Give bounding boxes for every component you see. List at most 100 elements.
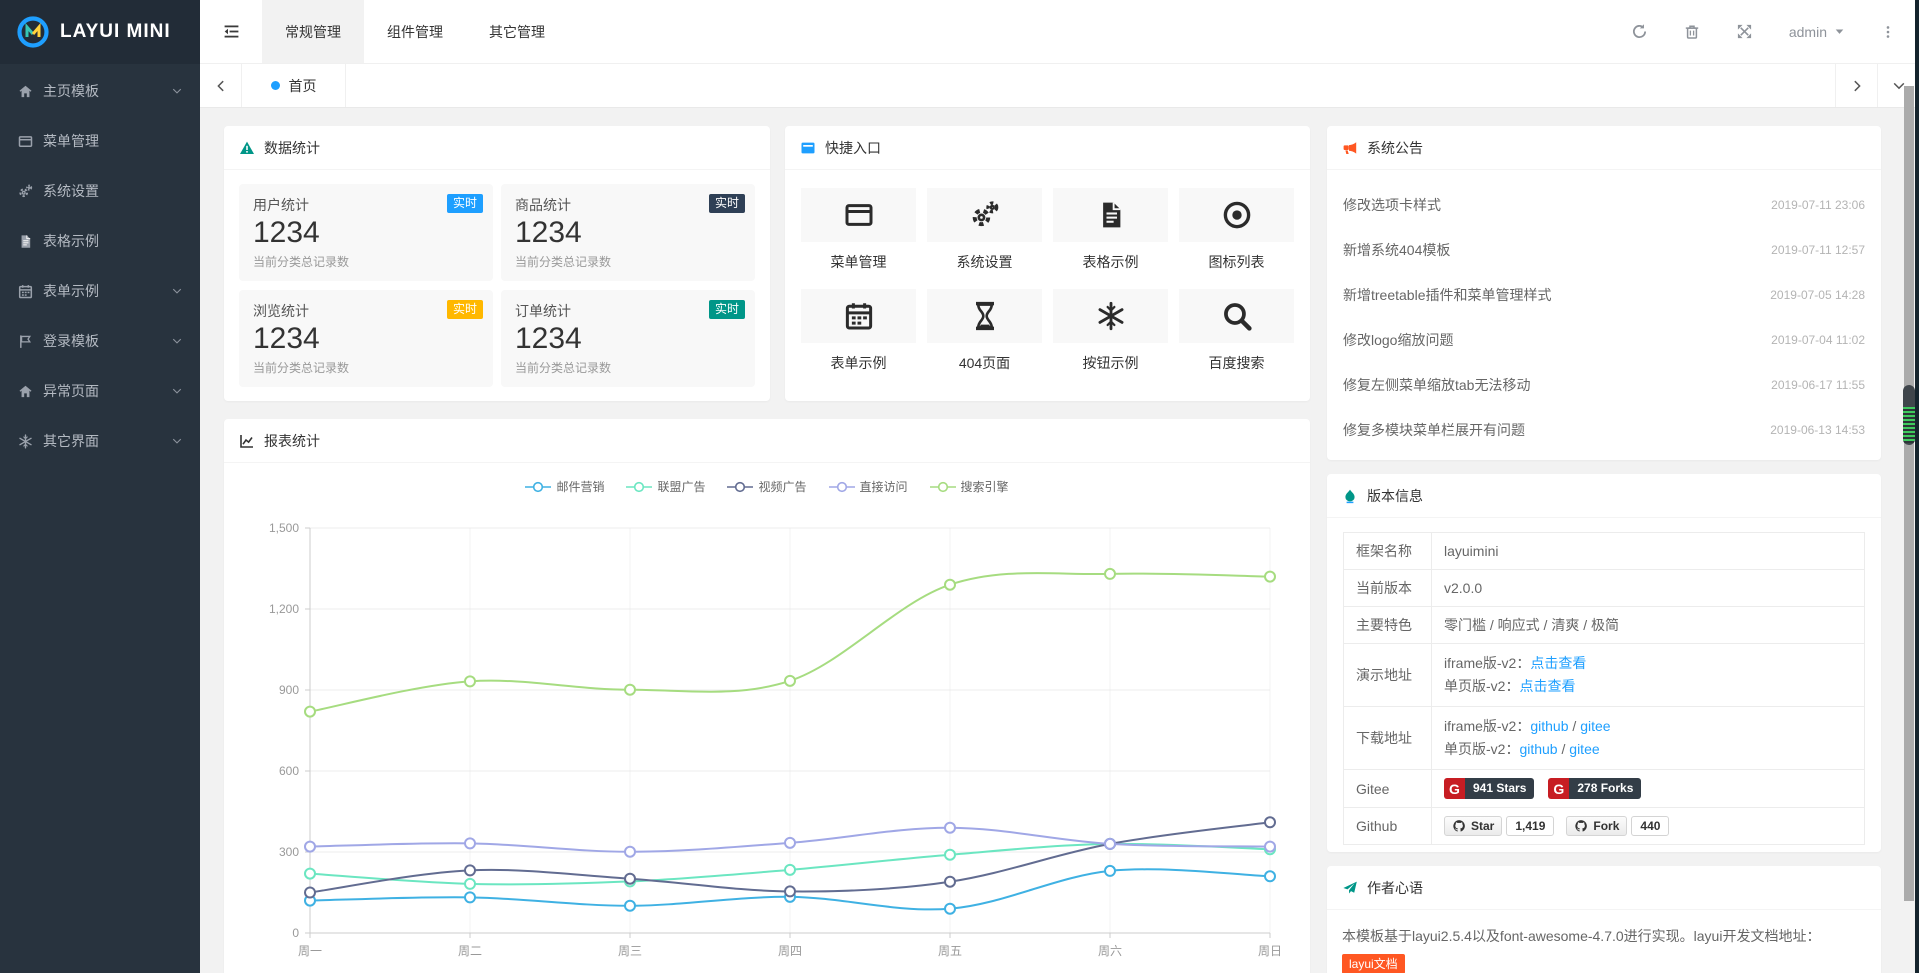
window-edge (1915, 0, 1919, 973)
sidebar-item-label: 其它界面 (43, 431, 99, 451)
scrollbar-thumb[interactable] (1903, 385, 1915, 445)
version-row-label: 当前版本 (1344, 570, 1432, 607)
svg-text:周二: 周二 (458, 944, 482, 958)
shortcut-8[interactable]: 百度搜索 (1179, 289, 1294, 373)
shortcut-grid: 菜单管理系统设置表格示例图标列表表单示例404页面按钮示例百度搜索 (785, 170, 1310, 391)
stat-card: 订单统计实时1234当前分类总记录数 (501, 290, 755, 387)
chevron-down-icon (171, 335, 183, 347)
shortcut-tile (801, 188, 916, 242)
link[interactable]: github (1530, 718, 1568, 734)
sidebar-item[interactable]: 菜单管理 (0, 116, 200, 166)
gitee-badge[interactable]: G278 Forks (1548, 778, 1641, 799)
chevron-down-icon (171, 385, 183, 397)
data-stats-header: 数据统计 (224, 126, 770, 170)
announcement-item[interactable]: 修改logo缩放问题2019-07-04 11:02 (1343, 317, 1865, 362)
tab-scroll-right-button[interactable] (1835, 64, 1877, 107)
announcement-item[interactable]: 新增系统404模板2019-07-11 12:57 (1343, 227, 1865, 272)
menu-fold-button[interactable] (200, 0, 262, 63)
user-menu[interactable]: admin (1789, 24, 1845, 40)
github-count[interactable]: 440 (1631, 816, 1669, 836)
legend-item[interactable]: 邮件营销 (525, 478, 604, 495)
scrollbar-track[interactable] (1904, 86, 1914, 901)
link[interactable]: 点击查看 (1530, 655, 1586, 671)
legend-item[interactable]: 直接访问 (829, 478, 908, 495)
flame-icon (1342, 488, 1358, 504)
sidebar-item[interactable]: 表单示例 (0, 266, 200, 316)
shortcut-4[interactable]: 图标列表 (1179, 188, 1294, 272)
link-prefix: 单页版-v2： (1444, 678, 1519, 694)
shortcut-2[interactable]: 系统设置 (927, 188, 1042, 272)
version-row-value: 零门槛 / 响应式 / 清爽 / 极简 (1432, 607, 1865, 644)
sidebar-item[interactable]: 主页模板 (0, 66, 200, 116)
github-star-button[interactable]: Star (1444, 816, 1502, 836)
navbar-tab[interactable]: 组件管理 (364, 0, 466, 63)
legend-item[interactable]: 搜索引擎 (930, 478, 1009, 495)
sidebar-item[interactable]: 其它界面 (0, 416, 200, 466)
gitee-badge[interactable]: G941 Stars (1444, 778, 1534, 799)
sidebar-item[interactable]: 登录模板 (0, 316, 200, 366)
link[interactable]: github (1519, 741, 1557, 757)
legend-item[interactable]: 视频广告 (727, 478, 806, 495)
announcement-item[interactable]: 修复左侧菜单缩放tab无法移动2019-06-17 11:55 (1343, 362, 1865, 407)
page-tab-home[interactable]: 首页 (242, 64, 346, 107)
legend-item[interactable]: 联盟广告 (626, 478, 705, 495)
stat-label: 商品统计 (515, 195, 741, 215)
shortcut-label: 图标列表 (1179, 252, 1294, 272)
navbar-tab[interactable]: 常规管理 (262, 0, 364, 63)
announcements-panel: 系统公告 修改选项卡样式2019-07-11 23:06新增系统404模板201… (1327, 126, 1881, 460)
clear-trash-icon[interactable] (1684, 23, 1700, 40)
announcement-text: 修复多模块菜单栏展开有问题 (1343, 420, 1770, 440)
file-icon (1096, 200, 1126, 230)
github-action-label: Fork (1593, 819, 1619, 833)
tab-scroll-left-button[interactable] (200, 64, 242, 107)
page-tabs: 首页 (242, 64, 346, 107)
link-line: iframe版-v2：点击查看 (1444, 652, 1852, 675)
fullscreen-icon[interactable] (1736, 23, 1753, 40)
more-options-icon[interactable] (1881, 24, 1895, 40)
navbar-tab[interactable]: 其它管理 (466, 0, 568, 63)
paper-plane-icon (1342, 880, 1358, 896)
warning-triangle-icon (239, 140, 255, 156)
top-navbar: 常规管理组件管理其它管理 admin (200, 0, 1919, 64)
github-count[interactable]: 1,419 (1506, 816, 1554, 836)
layui-doc-badge[interactable]: layui文档 (1342, 954, 1405, 973)
announcement-item[interactable]: 修改选项卡样式2019-07-11 23:06 (1343, 182, 1865, 227)
shortcut-tile (1179, 188, 1294, 242)
menu-fold-icon (223, 23, 240, 40)
stat-card: 商品统计实时1234当前分类总记录数 (501, 184, 755, 281)
shortcut-tile (1053, 188, 1168, 242)
version-table-row: 主要特色零门槛 / 响应式 / 清爽 / 极简 (1344, 607, 1865, 644)
announcement-list: 修改选项卡样式2019-07-11 23:06新增系统404模板2019-07-… (1327, 170, 1881, 452)
announcements-header: 系统公告 (1327, 126, 1881, 170)
shortcut-7[interactable]: 按钮示例 (1053, 289, 1168, 373)
link[interactable]: gitee (1580, 718, 1610, 734)
sidebar-item[interactable]: 系统设置 (0, 166, 200, 216)
app-logo: LAYUI MINI (0, 0, 200, 64)
announcement-item[interactable]: 修复多模块菜单栏展开有问题2019-06-13 14:53 (1343, 407, 1865, 452)
link[interactable]: 点击查看 (1519, 678, 1575, 694)
sidebar-item[interactable]: 表格示例 (0, 216, 200, 266)
chevron-down-icon (171, 285, 183, 297)
announcement-item[interactable]: 新增treetable插件和菜单管理样式2019-07-05 14:28 (1343, 272, 1865, 317)
sidebar-item-label: 主页模板 (43, 81, 99, 101)
refresh-icon[interactable] (1631, 23, 1648, 40)
shortcut-3[interactable]: 表格示例 (1053, 188, 1168, 272)
dotcircle-icon (1222, 200, 1252, 230)
caret-down-icon (1834, 26, 1845, 37)
shortcut-1[interactable]: 菜单管理 (801, 188, 916, 272)
github-action-label: Star (1471, 819, 1494, 833)
version-row-value: iframe版-v2：点击查看单页版-v2：点击查看 (1432, 644, 1865, 707)
github-fork-button[interactable]: Fork (1566, 816, 1627, 836)
link[interactable]: gitee (1569, 741, 1599, 757)
shortcut-label: 按钮示例 (1053, 353, 1168, 373)
sidebar-item[interactable]: 异常页面 (0, 366, 200, 416)
navbar-tabs: 常规管理组件管理其它管理 (262, 0, 568, 63)
legend-marker-icon (829, 481, 855, 493)
shortcut-6[interactable]: 404页面 (927, 289, 1042, 373)
shortcut-label: 表格示例 (1053, 252, 1168, 272)
legend-marker-icon (930, 481, 956, 493)
shortcut-5[interactable]: 表单示例 (801, 289, 916, 373)
announcement-date: 2019-07-05 14:28 (1770, 288, 1865, 302)
octocat-icon (1574, 819, 1588, 833)
window-blue-icon (800, 140, 816, 156)
